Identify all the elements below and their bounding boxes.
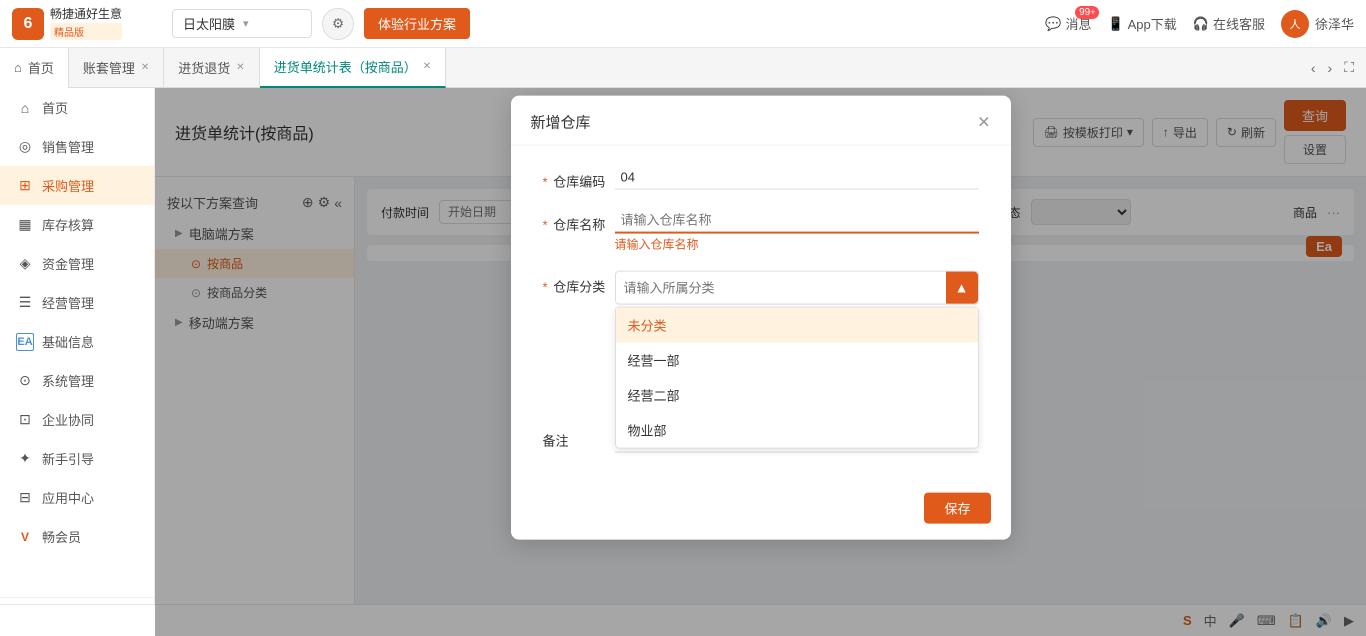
dropdown-item-property[interactable]: 物业部 (616, 413, 978, 448)
tab-accounts[interactable]: 账套管理 ✕ (69, 48, 164, 88)
dropdown-item-dept2[interactable]: 经营二部 (616, 378, 978, 413)
modal-title: 新增仓库 (531, 112, 591, 133)
tab-purchase-stats[interactable]: 进货单统计表（按商品） ✕ (260, 48, 446, 88)
sidebar-item-finance[interactable]: ◈ 资金管理 (0, 244, 154, 283)
app-badge: 精品版 (50, 23, 122, 40)
tab-bar: ⌂ 首页 账套管理 ✕ 进货退货 ✕ 进货单统计表（按商品） ✕ ‹ › ⛶ (0, 48, 1366, 88)
name-label: * 仓库名称 (543, 209, 615, 234)
guide-icon: ✦ (16, 450, 34, 468)
sidebar-item-basic[interactable]: EA 基础信息 (0, 322, 154, 361)
messages-nav[interactable]: 💬 消息 99+ (1045, 14, 1091, 33)
avatar: 人 (1281, 10, 1309, 38)
category-field-row: * 仓库分类 ▲ 未分类 (543, 271, 979, 305)
name-field-row: * 仓库名称 请输入仓库名称 (543, 209, 979, 253)
sidebar-item-purchase[interactable]: ⊞ 采购管理 (0, 166, 154, 205)
modal-body: * 仓库编码 * 仓库名称 请输入仓库名称 (511, 146, 1011, 481)
sidebar-item-operations[interactable]: ☰ 经营管理 (0, 283, 154, 322)
message-badge: 99+ (1075, 6, 1099, 19)
sidebar-item-vip[interactable]: V 畅会员 (0, 517, 154, 556)
apps-icon: ⊟ (16, 489, 34, 507)
headset-icon: 🎧 (1193, 16, 1209, 32)
app-title: 畅捷通好生意 (50, 7, 122, 23)
category-input-wrapper: ▲ (615, 271, 979, 305)
code-field-row: * 仓库编码 (543, 166, 979, 191)
sidebar-item-inventory[interactable]: ▦ 库存核算 (0, 205, 154, 244)
content-area: 进货单统计(按商品) 🖨 按模板打印 ▾ ↑ 导出 ↻ 刷新 查询 设置 (155, 88, 1366, 636)
category-field: ▲ 未分类 经营一部 经营二部 (615, 271, 979, 305)
sidebar-item-apps[interactable]: ⊟ 应用中心 (0, 478, 154, 517)
settings-button[interactable]: ⚙ (322, 8, 354, 40)
tab-next-button[interactable]: › (1324, 55, 1337, 80)
tab-purchase-return[interactable]: 进货退货 ✕ (164, 48, 259, 88)
tab-close-icon[interactable]: ✕ (423, 61, 431, 72)
sidebar-item-system[interactable]: ⊙ 系统管理 (0, 361, 154, 400)
name-error-message: 请输入仓库名称 (615, 236, 979, 253)
app-download-nav[interactable]: 📱 App下载 (1107, 14, 1176, 33)
code-input[interactable] (615, 166, 979, 190)
new-warehouse-modal: 新增仓库 ✕ * 仓库编码 * 仓库名称 (511, 96, 1011, 540)
tab-expand-button[interactable]: ⛶ (1340, 55, 1358, 80)
message-icon: 💬 (1045, 16, 1061, 32)
modal-header: 新增仓库 ✕ (511, 96, 1011, 146)
purchase-icon: ⊞ (16, 177, 34, 195)
category-toggle-button[interactable]: ▲ (946, 272, 978, 304)
tab-home[interactable]: ⌂ 首页 (0, 48, 69, 88)
online-service-nav[interactable]: 🎧 在线客服 (1193, 14, 1265, 33)
top-header: 6 畅捷通好生意 精品版 日太阳膜 ▾ ⚙ 体验行业方案 💬 消息 99+ 📱 … (0, 0, 1366, 48)
basic-icon: EA (16, 333, 34, 351)
username: 徐泽华 (1315, 14, 1354, 33)
sidebar: ⌂ 首页 ◎ 销售管理 ⊞ 采购管理 ▦ 库存核算 ◈ 资金管理 ☰ 经营管理 … (0, 88, 155, 636)
finance-icon: ◈ (16, 255, 34, 273)
category-label: * 仓库分类 (543, 271, 615, 296)
tab-close-icon[interactable]: ✕ (141, 62, 149, 73)
dropdown-item-uncategorized[interactable]: 未分类 (616, 308, 978, 343)
app-logo-icon: 6 (12, 8, 44, 40)
operations-icon: ☰ (16, 294, 34, 312)
tab-actions: ‹ › ⛶ (1307, 55, 1366, 80)
modal-close-button[interactable]: ✕ (977, 112, 990, 132)
sales-icon: ◎ (16, 138, 34, 156)
name-input[interactable] (615, 209, 979, 234)
sidebar-item-enterprise[interactable]: ⊡ 企业协同 (0, 400, 154, 439)
code-label: * 仓库编码 (543, 166, 615, 191)
store-selector[interactable]: 日太阳膜 ▾ (172, 9, 312, 38)
store-name: 日太阳膜 (183, 14, 235, 33)
tab-prev-button[interactable]: ‹ (1307, 55, 1320, 80)
home-icon: ⌂ (16, 99, 34, 117)
chevron-down-icon: ▾ (243, 17, 249, 30)
logo-area: 6 畅捷通好生意 精品版 (12, 7, 162, 40)
header-right: 💬 消息 99+ 📱 App下载 🎧 在线客服 人 徐泽华 (1045, 10, 1354, 38)
save-button[interactable]: 保存 (924, 493, 990, 524)
category-dropdown: 未分类 经营一部 经营二部 物业部 (615, 307, 979, 449)
dropdown-item-dept1[interactable]: 经营一部 (616, 343, 978, 378)
sidebar-item-guide[interactable]: ✦ 新手引导 (0, 439, 154, 478)
sidebar-item-home[interactable]: ⌂ 首页 (0, 88, 154, 127)
category-input[interactable] (616, 275, 946, 300)
experience-button[interactable]: 体验行业方案 (364, 8, 470, 39)
modal-footer: 保存 (511, 481, 1011, 540)
tab-close-icon[interactable]: ✕ (236, 62, 244, 73)
sidebar-item-sales[interactable]: ◎ 销售管理 (0, 127, 154, 166)
phone-icon: 📱 (1107, 16, 1123, 32)
inventory-icon: ▦ (16, 216, 34, 234)
main-layout: ⌂ 首页 ◎ 销售管理 ⊞ 采购管理 ▦ 库存核算 ◈ 资金管理 ☰ 经营管理 … (0, 88, 1366, 636)
home-icon: ⌂ (14, 60, 22, 75)
enterprise-icon: ⊡ (16, 411, 34, 429)
vip-icon: V (16, 528, 34, 546)
system-icon: ⊙ (16, 372, 34, 390)
user-profile[interactable]: 人 徐泽华 (1281, 10, 1354, 38)
notes-label: 备注 (543, 425, 615, 450)
